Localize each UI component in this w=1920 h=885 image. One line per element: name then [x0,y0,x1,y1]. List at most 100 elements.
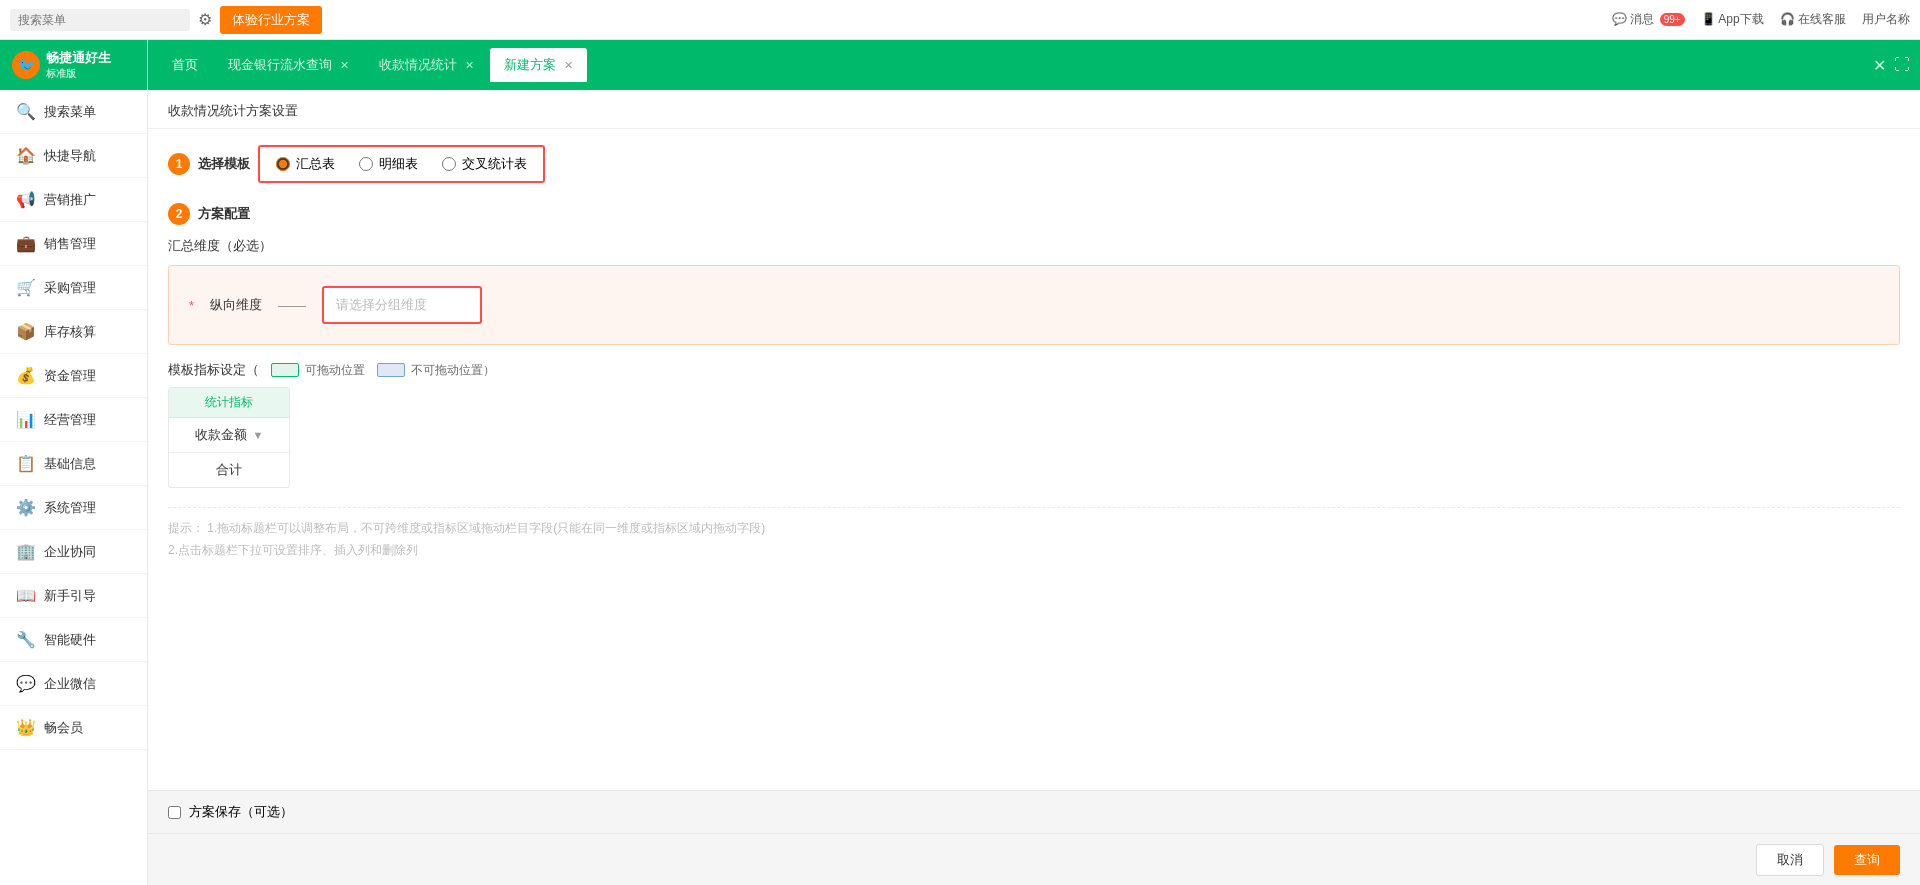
radio-detail[interactable]: 明细表 [359,155,418,173]
dropdown-icon[interactable]: ▼ [253,429,264,441]
sidebar-item-sales[interactable]: 💼 销售管理 [0,222,147,266]
notification-item[interactable]: 💬 消息 99+ [1612,11,1685,28]
notification-badge: 99+ [1660,13,1685,26]
purchase-icon: 🛒 [16,278,36,297]
hint-text-1: 提示： 1.拖动标题栏可以调整布局，不可跨维度或指标区域拖动栏目字段(只能在同一… [168,518,1900,540]
indicator-table: 统计指标 收款金额 ▼ 合计 [168,387,290,488]
required-mark: * [189,298,194,313]
indicator-legend-non-draggable: 不可拖动位置） [377,362,495,379]
logo-text: 畅捷通好生 [46,49,111,67]
tab-close-all-button[interactable]: ✕ [1873,56,1886,75]
sidebar-item-search[interactable]: 🔍 搜索菜单 [0,90,147,134]
sidebar-logo: 🐦 畅捷通好生 标准版 [0,40,147,90]
dimension-select-placeholder: 请选择分组维度 [336,297,427,312]
tab-bank[interactable]: 现金银行流水查询 ✕ [214,48,363,82]
radio-summary[interactable]: 汇总表 [276,155,335,173]
indicator-header: 模板指标设定（ 可拖动位置 不可拖动位置） [168,361,1900,379]
radio-detail-input[interactable] [359,157,373,171]
indicator-table-header: 统计指标 [169,388,289,418]
tab-receipt[interactable]: 收款情况统计 ✕ [365,48,488,82]
page-content: 收款情况统计方案设置 1 选择模板 汇总表 [148,90,1920,833]
radio-cross[interactable]: 交叉统计表 [442,155,527,173]
service-item[interactable]: 🎧 在线客服 [1780,11,1846,28]
tab-bank-close[interactable]: ✕ [340,59,349,72]
search-input[interactable] [10,9,190,31]
sidebar-item-enterprise[interactable]: 🏢 企业协同 [0,530,147,574]
tab-expand-button[interactable]: ⛶ [1894,56,1910,75]
step2-section: 2 方案配置 汇总维度（必选） * 纵向维度 —— [168,203,1900,571]
indicator-legend-draggable: 可拖动位置 [271,362,365,379]
sidebar-item-system[interactable]: ⚙️ 系统管理 [0,486,147,530]
save-label: 方案保存（可选） [189,803,293,821]
legend-non-draggable-box [377,363,405,377]
tab-bank-label: 现金银行流水查询 [228,56,332,74]
sidebar-item-label: 搜索菜单 [44,103,96,121]
tab-actions: ✕ ⛶ [1873,56,1910,75]
sidebar-item-management[interactable]: 📊 经营管理 [0,398,147,442]
top-header: ⚙ 体验行业方案 💬 消息 99+ 📱 App下载 🎧 在线客服 用户名称 [0,0,1920,40]
hint-section: 提示： 1.拖动标题栏可以调整布局，不可跨维度或指标区域拖动栏目字段(只能在同一… [168,507,1900,571]
dimension-select[interactable]: 请选择分组维度 [322,286,482,324]
legend-non-draggable-label: 不可拖动位置） [411,362,495,379]
management-icon: 📊 [16,410,36,429]
radio-summary-input[interactable] [276,157,290,171]
sidebar-item-label: 经营管理 [44,411,96,429]
marketing-icon: 📢 [16,190,36,209]
query-button[interactable]: 查询 [1834,845,1900,875]
step2-title: 方案配置 [198,205,250,223]
legend-draggable-label: 可拖动位置 [305,362,365,379]
sidebar-item-finance[interactable]: 💰 资金管理 [0,354,147,398]
sidebar-item-basic[interactable]: 📋 基础信息 [0,442,147,486]
sidebar-item-label: 营销推广 [44,191,96,209]
download-item[interactable]: 📱 App下载 [1701,11,1764,28]
sidebar-item-purchase[interactable]: 🛒 采购管理 [0,266,147,310]
section-container: 1 选择模板 汇总表 明细表 [148,129,1920,790]
sidebar-item-label: 销售管理 [44,235,96,253]
sidebar-item-marketing[interactable]: 📢 营销推广 [0,178,147,222]
tab-home-label: 首页 [172,56,198,74]
page-title-bar: 收款情况统计方案设置 [148,90,1920,129]
save-checkbox[interactable] [168,806,181,819]
sidebar-item-guide[interactable]: 📖 新手引导 [0,574,147,618]
industry-button[interactable]: 体验行业方案 [220,6,322,34]
step1-section: 1 选择模板 汇总表 明细表 [168,145,1900,183]
sidebar-item-label: 库存核算 [44,323,96,341]
sidebar-item-label: 资金管理 [44,367,96,385]
sidebar-item-wechat[interactable]: 💬 企业微信 [0,662,147,706]
dimension-row: * 纵向维度 —— 请选择分组维度 [189,286,482,324]
sidebar-item-nav[interactable]: 🏠 快捷导航 [0,134,147,178]
indicator-cell-amount[interactable]: 收款金额 ▼ [169,418,289,453]
logo-icon: 🐦 [12,51,40,79]
cancel-button[interactable]: 取消 [1756,844,1824,876]
hardware-icon: 🔧 [16,630,36,649]
tab-new-plan[interactable]: 新建方案 ✕ [490,48,587,82]
vertical-label: 纵向维度 [210,296,262,314]
member-icon: 👑 [16,718,36,737]
guide-icon: 📖 [16,586,36,605]
sidebar-item-label: 畅会员 [44,719,83,737]
step2-header: 2 方案配置 [168,203,1900,225]
template-selection: 汇总表 明细表 交叉统计表 [258,145,545,183]
sidebar-item-label: 快捷导航 [44,147,96,165]
tab-receipt-close[interactable]: ✕ [465,59,474,72]
radio-cross-input[interactable] [442,157,456,171]
tab-new-plan-close[interactable]: ✕ [564,59,573,72]
wechat-icon: 💬 [16,674,36,693]
sidebar-item-hardware[interactable]: 🔧 智能硬件 [0,618,147,662]
inventory-icon: 📦 [16,322,36,341]
hint-text-2: 2.点击标题栏下拉可设置排序、插入列和删除列 [168,540,1900,562]
sidebar-item-label: 系统管理 [44,499,96,517]
tab-home[interactable]: 首页 [158,48,212,82]
user-name: 用户名称 [1862,11,1910,28]
indicator-section: 模板指标设定（ 可拖动位置 不可拖动位置） [168,361,1900,571]
system-icon: ⚙️ [16,498,36,517]
sidebar-item-member[interactable]: 👑 畅会员 [0,706,147,750]
indicator-amount-label: 收款金额 [195,426,247,444]
sidebar-item-label: 采购管理 [44,279,96,297]
sidebar-item-inventory[interactable]: 📦 库存核算 [0,310,147,354]
enterprise-icon: 🏢 [16,542,36,561]
save-option: 方案保存（可选） [148,790,1920,833]
settings-button[interactable]: ⚙ [198,10,212,29]
step1-number: 1 [168,153,190,175]
sidebar-item-label: 新手引导 [44,587,96,605]
